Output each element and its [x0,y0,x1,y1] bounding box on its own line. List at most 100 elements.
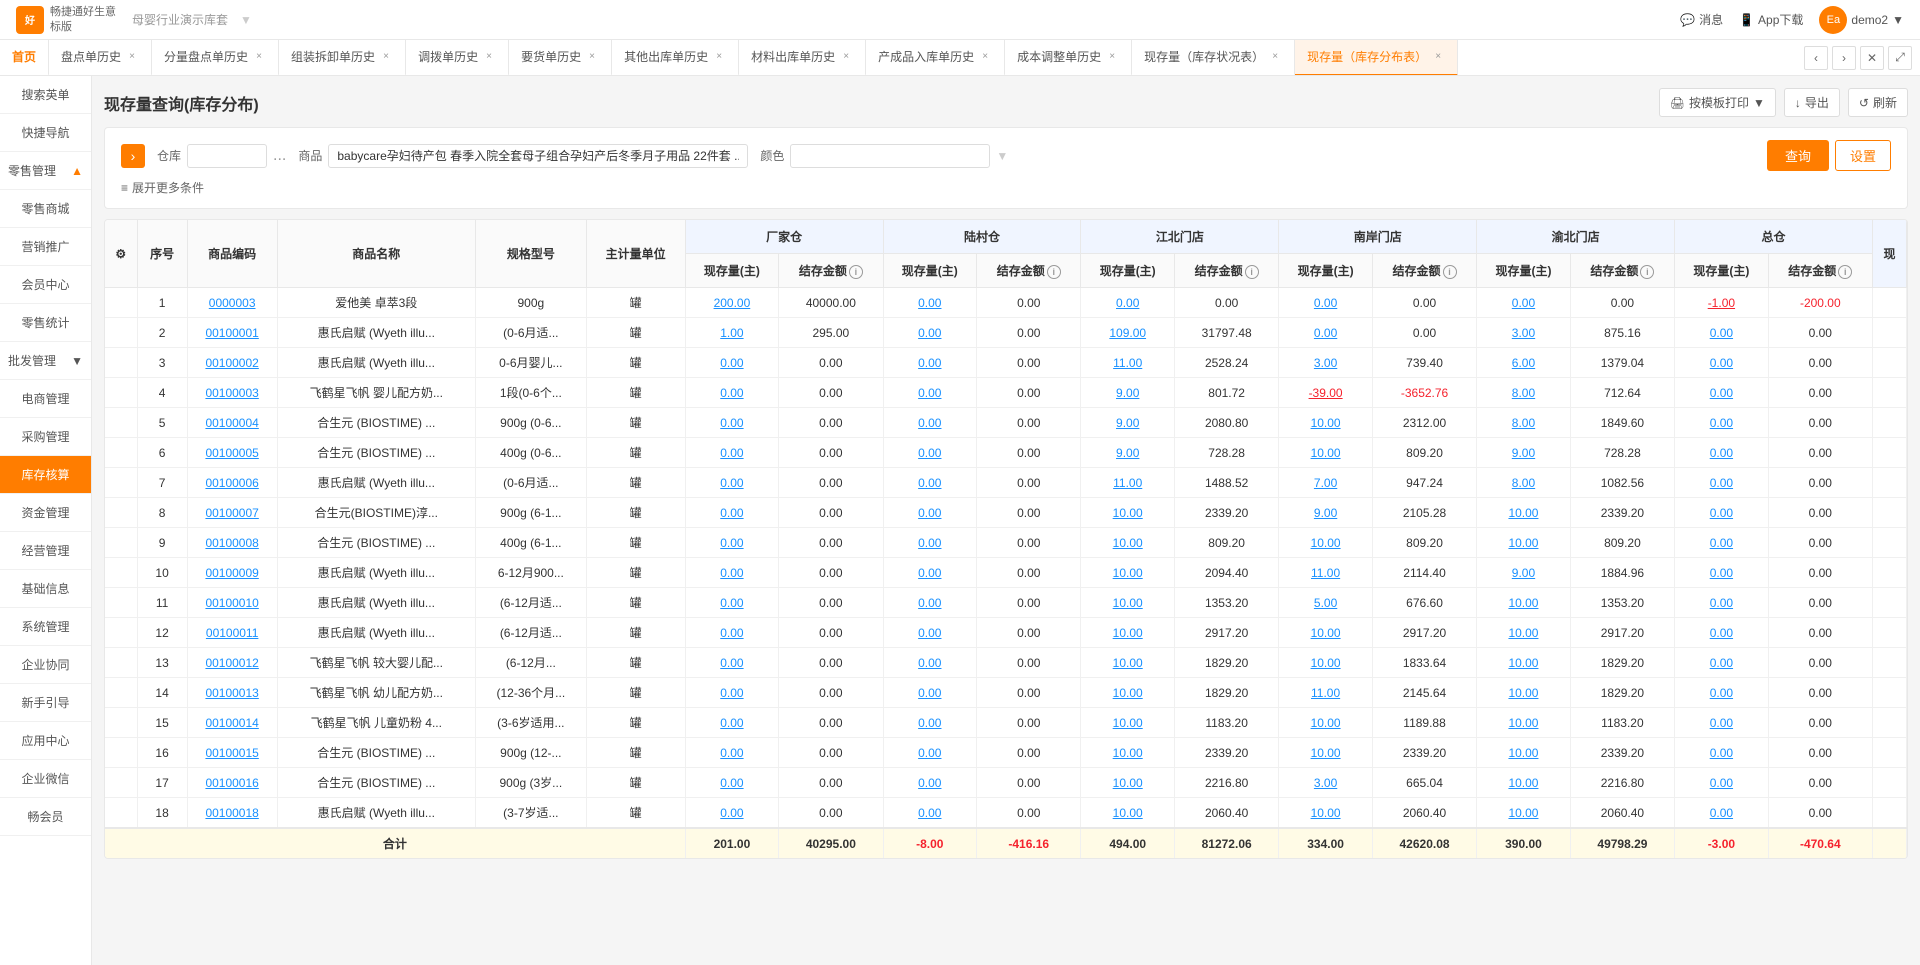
table-cell[interactable]: 10.00 [1279,708,1373,738]
table-cell[interactable]: 0.00 [1675,738,1769,768]
table-cell[interactable]: 0.00 [685,378,779,408]
row-code[interactable]: 00100015 [187,738,277,768]
tab-order[interactable]: 要货单历史 × [509,40,612,76]
sidebar-item-member[interactable]: 会员中心 [0,266,91,304]
sidebar-item-business[interactable]: 经营管理 [0,532,91,570]
tab-close-order[interactable]: × [585,50,599,64]
table-cell[interactable]: 0.00 [685,768,779,798]
table-cell[interactable]: 0.00 [1675,378,1769,408]
tab-product-in[interactable]: 产成品入库单历史 × [866,40,1005,76]
table-cell[interactable]: 10.00 [1477,648,1571,678]
table-cell[interactable]: 0.00 [1675,468,1769,498]
expand-btn[interactable]: › [121,144,145,168]
table-cell[interactable]: 0.00 [883,678,977,708]
table-cell[interactable]: 3.00 [1477,318,1571,348]
tab-close-material-out[interactable]: × [839,50,853,64]
table-cell[interactable]: 7.00 [1279,468,1373,498]
sidebar-item-search[interactable]: 搜索英单 [0,76,91,114]
color-input[interactable] [790,144,990,168]
tab-home[interactable]: 首页 [0,40,49,76]
table-cell[interactable]: 0.00 [883,348,977,378]
table-cell[interactable]: 10.00 [1477,498,1571,528]
row-code[interactable]: 00100008 [187,528,277,558]
tab-close-other-out[interactable]: × [712,50,726,64]
table-cell[interactable]: 10.00 [1081,528,1175,558]
print-btn[interactable]: 🖨 按模板打印 ▼ [1659,88,1776,117]
row-code[interactable]: 00100013 [187,678,277,708]
table-cell[interactable]: 10.00 [1477,708,1571,738]
table-cell[interactable]: 10.00 [1081,588,1175,618]
table-cell[interactable]: 0.00 [883,468,977,498]
message-btn[interactable]: 💬 消息 [1680,11,1723,28]
table-cell[interactable]: 0.00 [1279,318,1373,348]
table-cell[interactable]: 10.00 [1279,648,1373,678]
table-cell[interactable]: 10.00 [1081,768,1175,798]
tab-close-stock-dist[interactable]: × [1431,50,1445,64]
sidebar-item-app-center[interactable]: 应用中心 [0,722,91,760]
table-cell[interactable]: 9.00 [1081,408,1175,438]
sidebar-item-nav[interactable]: 快捷导航 [0,114,91,152]
tab-close-cost-adjust[interactable]: × [1105,50,1119,64]
table-cell[interactable]: 0.00 [1675,438,1769,468]
app-download-btn[interactable]: 📱 App下载 [1739,11,1803,28]
table-cell[interactable]: 11.00 [1081,348,1175,378]
tab-inventory-count[interactable]: 盘点单历史 × [49,40,152,76]
table-cell[interactable]: 5.00 [1279,588,1373,618]
info-icon-5[interactable]: i [1640,265,1654,279]
row-code[interactable]: 00100009 [187,558,277,588]
table-cell[interactable]: -1.00 [1675,288,1769,318]
sidebar-item-wholesale[interactable]: 批发管理 ▼ [0,342,91,380]
table-cell[interactable]: 0.00 [883,438,977,468]
table-cell[interactable]: 9.00 [1081,438,1175,468]
table-cell[interactable]: 0.00 [1675,798,1769,829]
table-cell[interactable]: 0.00 [1675,498,1769,528]
tab-prev-btn[interactable]: ‹ [1804,46,1828,70]
table-cell[interactable]: 10.00 [1081,738,1175,768]
warehouse-input[interactable] [187,144,267,168]
table-cell[interactable]: 0.00 [1675,708,1769,738]
row-code[interactable]: 00100005 [187,438,277,468]
table-cell[interactable]: 3.00 [1279,768,1373,798]
query-btn[interactable]: 查询 [1767,140,1829,171]
table-cell[interactable]: 0.00 [685,708,779,738]
table-cell[interactable]: 0.00 [883,378,977,408]
table-cell[interactable]: 8.00 [1477,408,1571,438]
info-icon-1[interactable]: i [849,265,863,279]
table-cell[interactable]: 11.00 [1279,558,1373,588]
row-code[interactable]: 00100002 [187,348,277,378]
refresh-btn[interactable]: ↺ 刷新 [1848,88,1908,117]
tab-close-stock-status[interactable]: × [1268,50,1282,64]
table-cell[interactable]: 3.00 [1279,348,1373,378]
table-cell[interactable]: 10.00 [1081,708,1175,738]
expand-conditions[interactable]: ≡ 展开更多条件 [121,179,1891,196]
table-cell[interactable]: 0.00 [1675,678,1769,708]
tab-next-btn[interactable]: › [1832,46,1856,70]
table-cell[interactable]: 0.00 [883,768,977,798]
row-code[interactable]: 00100004 [187,408,277,438]
table-cell[interactable]: 0.00 [883,408,977,438]
table-cell[interactable]: 0.00 [685,498,779,528]
table-cell[interactable]: 0.00 [685,438,779,468]
product-input[interactable] [328,144,748,168]
table-cell[interactable]: 109.00 [1081,318,1175,348]
table-cell[interactable]: 9.00 [1477,558,1571,588]
table-cell[interactable]: 10.00 [1081,498,1175,528]
table-cell[interactable]: 10.00 [1081,618,1175,648]
sidebar-item-finance[interactable]: 资金管理 [0,494,91,532]
table-cell[interactable]: 6.00 [1477,348,1571,378]
table-cell[interactable]: 0.00 [1675,408,1769,438]
tab-close-transfer[interactable]: × [482,50,496,64]
table-cell[interactable]: 0.00 [685,678,779,708]
table-cell[interactable]: 0.00 [1675,588,1769,618]
table-cell[interactable]: 10.00 [1477,768,1571,798]
table-cell[interactable]: 10.00 [1279,408,1373,438]
table-cell[interactable]: 0.00 [685,648,779,678]
table-cell[interactable]: 10.00 [1477,528,1571,558]
table-cell[interactable]: 0.00 [883,618,977,648]
table-cell[interactable]: 0.00 [883,318,977,348]
table-cell[interactable]: 0.00 [883,498,977,528]
table-cell[interactable]: 0.00 [685,738,779,768]
table-cell[interactable]: 1.00 [685,318,779,348]
table-cell[interactable]: 0.00 [685,558,779,588]
tab-cost-adjust[interactable]: 成本调整单历史 × [1005,40,1132,76]
